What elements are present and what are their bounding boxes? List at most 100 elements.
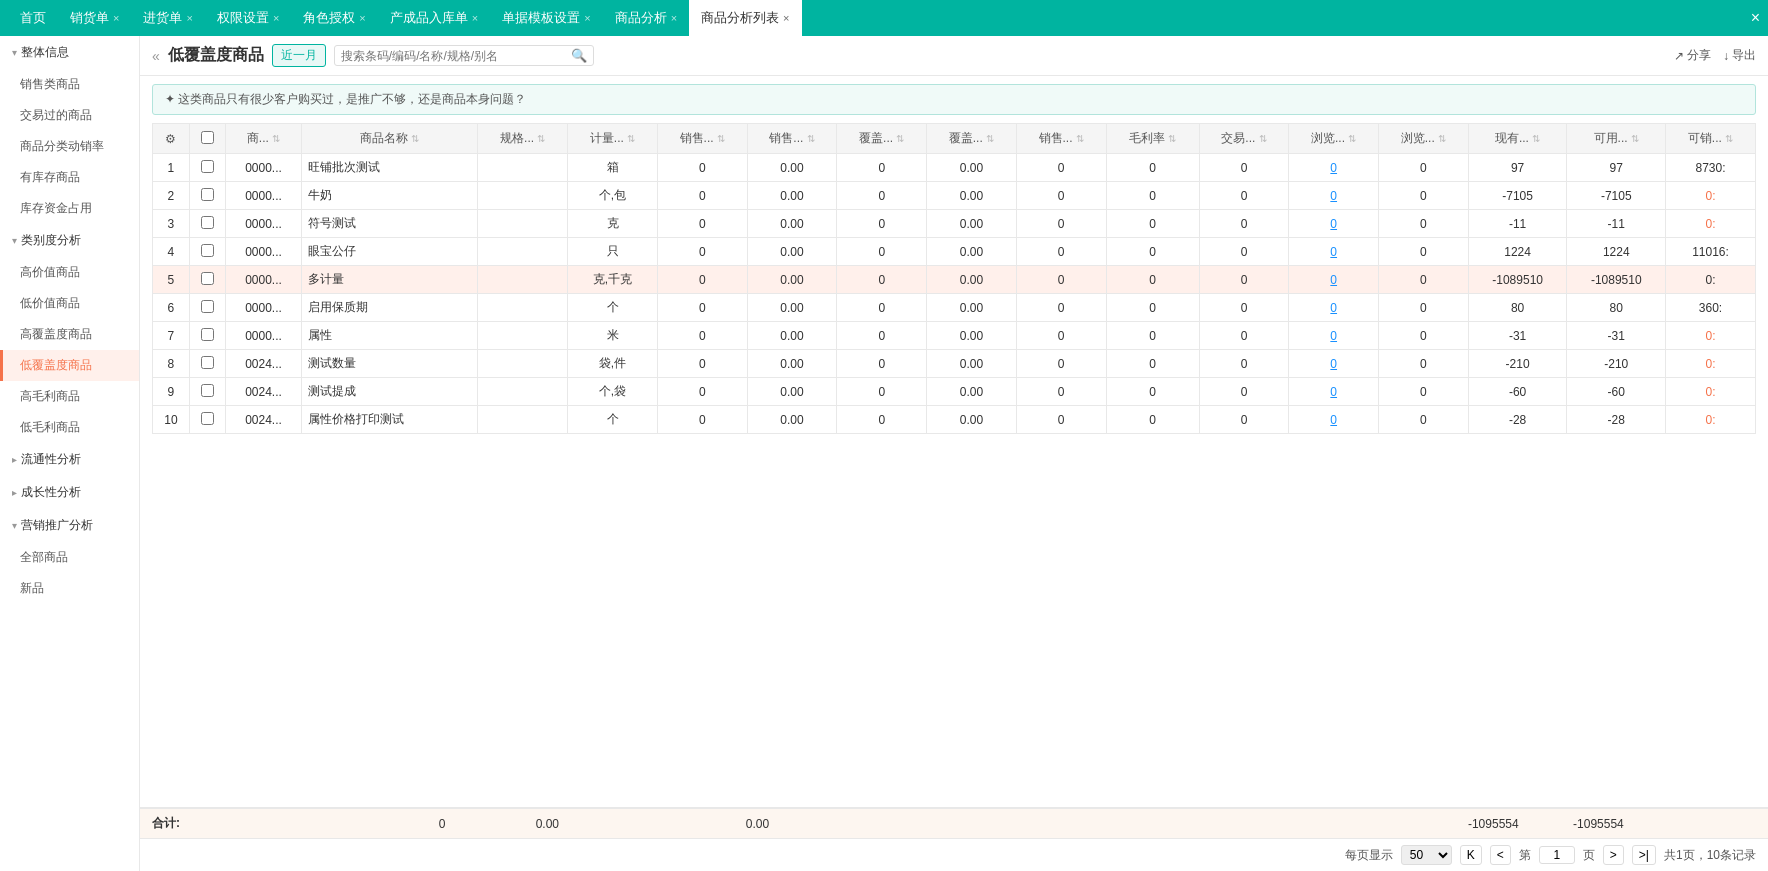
row-view1[interactable]: 0 — [1289, 294, 1379, 322]
table-row: 7 0000... 属性 米 0 0.00 0 0.00 0 0 0 0 0 -… — [153, 322, 1756, 350]
sidebar-section-growth[interactable]: ▸ 成长性分析 — [0, 476, 139, 509]
nav-tab-sales[interactable]: 销货单 × — [58, 0, 131, 36]
cov2-column-header[interactable]: 覆盖... ⇅ — [927, 124, 1017, 154]
sidebar-item-low-value[interactable]: 低价值商品 — [0, 288, 139, 319]
row-view1[interactable]: 0 — [1289, 182, 1379, 210]
row-checkbox[interactable] — [189, 322, 225, 350]
nav-tab-product-analysis-list[interactable]: 商品分析列表 × — [689, 0, 801, 36]
sidebar-section-flow[interactable]: ▸ 流通性分析 — [0, 443, 139, 476]
sidebar-item-high-margin[interactable]: 高毛利商品 — [0, 381, 139, 412]
last-page-button[interactable]: >| — [1632, 845, 1656, 865]
sales-amt-column-header[interactable]: 销售... ⇅ — [747, 124, 837, 154]
row-sales-amt: 0.00 — [747, 322, 837, 350]
code-column-header[interactable]: 商... ⇅ — [226, 124, 301, 154]
sidebar-section-general[interactable]: ▾ 整体信息 — [0, 36, 139, 69]
nav-tab-product-analysis[interactable]: 商品分析 × — [603, 0, 689, 36]
per-page-select[interactable]: 20 50 100 200 — [1401, 845, 1452, 865]
sidebar-item-low-margin[interactable]: 低毛利商品 — [0, 412, 139, 443]
select-all-checkbox[interactable] — [201, 131, 214, 144]
sidebar-item-category-rate[interactable]: 商品分类动销率 — [0, 131, 139, 162]
row-name: 启用保质期 — [301, 294, 478, 322]
sales-count-column-header[interactable]: 销售... ⇅ — [1016, 124, 1106, 154]
checkbox-column-header[interactable] — [189, 124, 225, 154]
row-checkbox[interactable] — [189, 210, 225, 238]
nav-tab-home[interactable]: 首页 — [8, 0, 58, 36]
row-view1[interactable]: 0 — [1289, 210, 1379, 238]
sales-qty-column-header[interactable]: 销售... ⇅ — [657, 124, 747, 154]
next-page-button[interactable]: > — [1603, 845, 1624, 865]
close-product-analysis-list-tab[interactable]: × — [783, 12, 789, 24]
row-view2: 0 — [1379, 182, 1469, 210]
row-checkbox[interactable] — [189, 266, 225, 294]
row-view1[interactable]: 0 — [1289, 238, 1379, 266]
row-stock1: -7105 — [1468, 182, 1567, 210]
nav-tab-template[interactable]: 单据模板设置 × — [490, 0, 602, 36]
row-checkbox[interactable] — [189, 182, 225, 210]
row-view1[interactable]: 0 — [1289, 378, 1379, 406]
stock1-column-header[interactable]: 现有... ⇅ — [1468, 124, 1567, 154]
prev-page-button[interactable]: < — [1490, 845, 1511, 865]
sidebar-section-marketing[interactable]: ▾ 营销推广分析 — [0, 509, 139, 542]
view2-column-header[interactable]: 浏览... ⇅ — [1379, 124, 1469, 154]
close-permission-tab[interactable]: × — [273, 12, 279, 24]
row-checkbox[interactable] — [189, 406, 225, 434]
first-page-button[interactable]: K — [1460, 845, 1482, 865]
spec-column-header[interactable]: 规格... ⇅ — [478, 124, 568, 154]
sidebar-item-traded-goods[interactable]: 交易过的商品 — [0, 100, 139, 131]
sidebar-item-sales-goods[interactable]: 销售类商品 — [0, 69, 139, 100]
nav-tab-product-entry[interactable]: 产成品入库单 × — [378, 0, 490, 36]
sidebar-item-high-value[interactable]: 高价值商品 — [0, 257, 139, 288]
row-checkbox[interactable] — [189, 378, 225, 406]
sidebar-item-capital-occupation[interactable]: 库存资金占用 — [0, 193, 139, 224]
row-checkbox[interactable] — [189, 154, 225, 182]
export-button[interactable]: ↓ 导出 — [1723, 47, 1756, 64]
close-product-analysis-tab[interactable]: × — [671, 12, 677, 24]
row-checkbox[interactable] — [189, 294, 225, 322]
row-view1[interactable]: 0 — [1289, 154, 1379, 182]
search-input[interactable] — [341, 49, 567, 63]
close-product-entry-tab[interactable]: × — [472, 12, 478, 24]
row-checkbox[interactable] — [189, 238, 225, 266]
row-trade: 0 — [1199, 322, 1289, 350]
cov1-column-header[interactable]: 覆盖... ⇅ — [837, 124, 927, 154]
row-code: 0024... — [226, 406, 301, 434]
row-checkbox[interactable] — [189, 350, 225, 378]
close-role-tab[interactable]: × — [359, 12, 365, 24]
date-filter-button[interactable]: 近一月 — [272, 44, 326, 67]
sidebar-item-all-goods[interactable]: 全部商品 — [0, 542, 139, 573]
close-sales-tab[interactable]: × — [113, 12, 119, 24]
share-button[interactable]: ↗ 分享 — [1674, 47, 1711, 64]
info-banner: ✦ 这类商品只有很少客户购买过，是推广不够，还是商品本身问题？ — [152, 84, 1756, 115]
row-view1[interactable]: 0 — [1289, 350, 1379, 378]
name-column-header[interactable]: 商品名称 ⇅ — [301, 124, 478, 154]
margin-column-header[interactable]: 毛利率 ⇅ — [1106, 124, 1199, 154]
row-view2: 0 — [1379, 154, 1469, 182]
sidebar-item-low-coverage[interactable]: 低覆盖度商品 — [0, 350, 139, 381]
sidebar-toggle-button[interactable]: « — [152, 48, 160, 64]
nav-tab-permission[interactable]: 权限设置 × — [205, 0, 291, 36]
sidebar-item-in-stock[interactable]: 有库存商品 — [0, 162, 139, 193]
row-view2: 0 — [1379, 378, 1469, 406]
row-sales-count: 0 — [1016, 154, 1106, 182]
nav-tab-role[interactable]: 角色授权 × — [291, 0, 377, 36]
view1-column-header[interactable]: 浏览... ⇅ — [1289, 124, 1379, 154]
nav-tab-purchase[interactable]: 进货单 × — [131, 0, 204, 36]
sidebar-item-high-coverage[interactable]: 高覆盖度商品 — [0, 319, 139, 350]
unit-column-header[interactable]: 计量... ⇅ — [568, 124, 658, 154]
current-page-input[interactable] — [1539, 846, 1575, 864]
settings-column-header[interactable]: ⚙ — [153, 124, 190, 154]
row-view1[interactable]: 0 — [1289, 266, 1379, 294]
row-view1[interactable]: 0 — [1289, 406, 1379, 434]
close-purchase-tab[interactable]: × — [186, 12, 192, 24]
sellable-column-header[interactable]: 可销... ⇅ — [1666, 124, 1756, 154]
stock2-column-header[interactable]: 可用... ⇅ — [1567, 124, 1666, 154]
row-sales-qty: 0 — [657, 322, 747, 350]
close-template-tab[interactable]: × — [584, 12, 590, 24]
trade-column-header[interactable]: 交易... ⇅ — [1199, 124, 1289, 154]
sidebar-item-new-goods[interactable]: 新品 — [0, 573, 139, 604]
row-view1[interactable]: 0 — [1289, 322, 1379, 350]
row-unit: 个 — [568, 294, 658, 322]
close-all-button[interactable]: × — [1751, 9, 1760, 27]
row-cov1: 0 — [837, 322, 927, 350]
sidebar-section-category[interactable]: ▾ 类别度分析 — [0, 224, 139, 257]
